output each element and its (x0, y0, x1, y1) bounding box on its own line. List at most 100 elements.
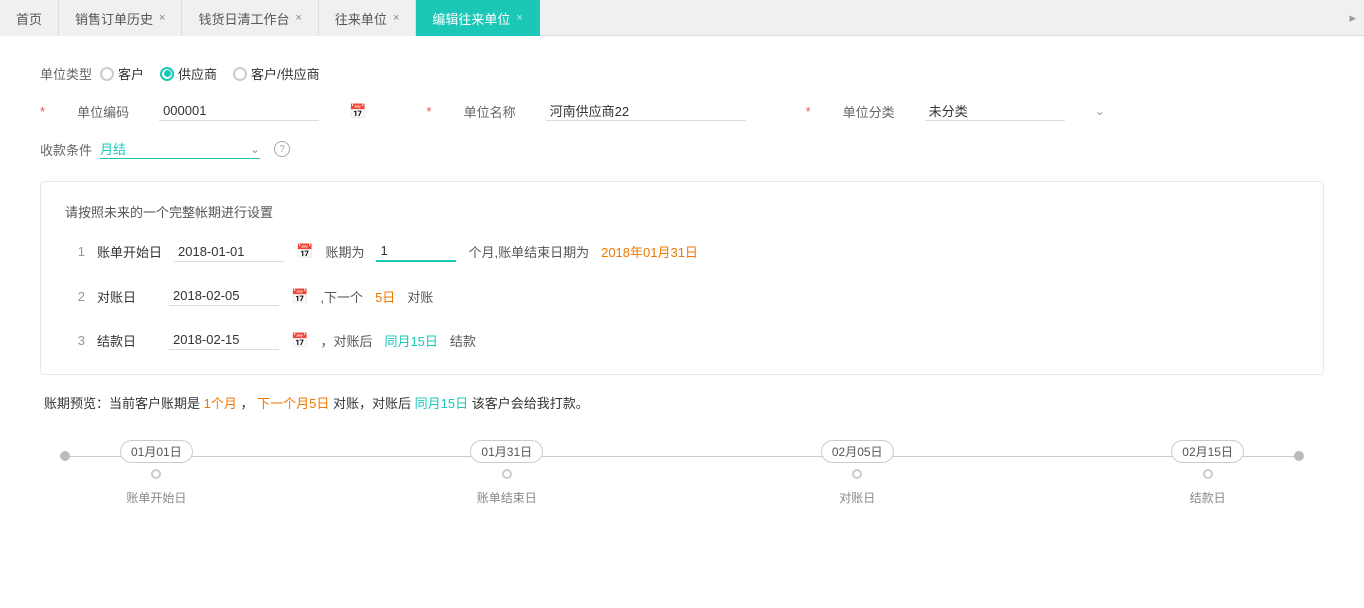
period-row-2: 2 对账日 📅 ,下一个 5日 对账 (65, 286, 1299, 306)
timeline-desc-2: 账单结束日 (477, 489, 537, 506)
timeline-items: 01月01日 账单开始日 01月31日 账单结束日 02月05日 对账日 02月… (60, 440, 1304, 506)
preview-text4: 该客户会给我打款。 (472, 396, 589, 411)
timeline-dot-4 (1203, 469, 1213, 479)
period-payment-date-input[interactable] (169, 330, 279, 350)
payment-row: 收款条件 月结 ⌄ ? (40, 139, 1324, 159)
payment-label: 收款条件 (40, 140, 92, 159)
tab-sales-order-close[interactable]: × (159, 12, 165, 24)
tab-home[interactable]: 首页 (0, 0, 59, 36)
period-num-2: 2 (65, 289, 85, 304)
unit-type-row: 单位类型 客户 供应商 客户/供应商 (40, 64, 1324, 83)
radio-supplier-label: 供应商 (178, 64, 217, 83)
unit-code-label: 单位编码 (77, 102, 129, 121)
tab-sales-order-label: 销售订单历史 (75, 9, 153, 28)
radio-customer-circle (100, 67, 114, 81)
period-reconcile-calendar-icon[interactable]: 📅 (291, 288, 308, 305)
period-field-label-2: 对账日 (97, 287, 157, 306)
period-payment-suffix: 结款 (450, 331, 476, 350)
timeline-dot-1 (151, 469, 161, 479)
period-text-1: 个月,账单结束日期为 (468, 242, 589, 261)
timeline-dot-2 (502, 469, 512, 479)
period-card: 请按照未来的一个完整帐期进行设置 1 账单开始日 📅 账期为 个月,账单结束日期… (40, 181, 1324, 375)
tab-edit-partner-label: 编辑往来单位 (432, 9, 510, 28)
unit-name-input[interactable] (546, 101, 746, 121)
preview-part2: 下一个月5日 (257, 396, 329, 411)
period-reconcile-date-input[interactable] (169, 286, 279, 306)
tab-partner-unit-label: 往来单位 (335, 9, 387, 28)
radio-customer[interactable]: 客户 (100, 64, 144, 83)
timeline-point-3: 02月05日 对账日 (821, 440, 894, 506)
tab-bar: 首页 销售订单历史 × 钱货日清工作台 × 往来单位 × 编辑往来单位 × ▸ (0, 0, 1364, 36)
timeline: 01月01日 账单开始日 01月31日 账单结束日 02月05日 对账日 02月… (40, 440, 1324, 506)
period-payment-day: 同月15日 (384, 331, 437, 350)
tab-edit-partner[interactable]: 编辑往来单位 × (416, 0, 539, 36)
tab-home-label: 首页 (16, 9, 42, 28)
timeline-desc-4: 结款日 (1190, 489, 1226, 506)
tab-edit-partner-close[interactable]: × (516, 12, 522, 24)
preview-text2: ， (241, 396, 254, 411)
tab-more-arrow[interactable]: ▸ (1341, 0, 1364, 35)
period-start-calendar-icon[interactable]: 📅 (296, 243, 313, 260)
period-payment-calendar-icon[interactable]: 📅 (291, 332, 308, 349)
tab-partner-unit[interactable]: 往来单位 × (319, 0, 416, 36)
preview-part3: 同月15日 (415, 396, 468, 411)
timeline-desc-1: 账单开始日 (126, 489, 186, 506)
unit-code-calendar-icon[interactable]: 📅 (349, 103, 366, 120)
period-row-1: 1 账单开始日 📅 账期为 个月,账单结束日期为 2018年01月31日 (65, 241, 1299, 262)
unit-category-label: 单位分类 (843, 102, 895, 121)
period-payment-prefix: ，对账后 (320, 331, 372, 350)
preview-section: 账期预览：当前客户账期是 1个月 ， 下一个月5日 对账，对账后 同月15日 该… (40, 393, 1324, 412)
timeline-dot-3 (852, 469, 862, 479)
tab-partner-unit-close[interactable]: × (393, 12, 399, 24)
unit-category-chevron-icon[interactable]: ⌄ (1095, 104, 1105, 118)
timeline-desc-3: 对账日 (839, 489, 875, 506)
timeline-end-endpoint (1294, 451, 1304, 461)
preview-text3: 对账，对账后 (333, 396, 411, 411)
period-suffix-label-1: 账期为 (325, 242, 364, 261)
main-content: 单位类型 客户 供应商 客户/供应商 * 单位编码 📅 * 单位名称 * 单位分… (0, 36, 1364, 608)
unit-code-star: * (40, 104, 45, 119)
unit-category-input[interactable] (925, 101, 1065, 121)
timeline-point-2: 01月31日 账单结束日 (470, 440, 543, 506)
period-start-date-input[interactable] (174, 242, 284, 262)
radio-supplier-circle (160, 67, 174, 81)
unit-type-radio-group: 客户 供应商 客户/供应商 (100, 64, 320, 83)
radio-both[interactable]: 客户/供应商 (233, 64, 320, 83)
unit-name-star: * (427, 104, 432, 119)
timeline-point-4: 02月15日 结款日 (1171, 440, 1244, 506)
tab-cash-work[interactable]: 钱货日清工作台 × (182, 0, 318, 36)
timeline-label-1: 01月01日 (120, 440, 193, 463)
timeline-label-4: 02月15日 (1171, 440, 1244, 463)
timeline-label-3: 02月05日 (821, 440, 894, 463)
period-end-date-highlight: 2018年01月31日 (601, 242, 698, 261)
period-reconcile-prefix: ,下一个 (320, 287, 363, 306)
unit-code-input[interactable] (159, 101, 319, 121)
help-icon[interactable]: ? (274, 141, 290, 157)
radio-supplier[interactable]: 供应商 (160, 64, 217, 83)
period-reconcile-day: 5日 (375, 287, 395, 306)
timeline-start-endpoint (60, 451, 70, 461)
tab-cash-work-close[interactable]: × (295, 12, 301, 24)
period-reconcile-suffix: 对账 (407, 287, 433, 306)
period-field-label-1: 账单开始日 (97, 242, 162, 261)
tab-cash-work-label: 钱货日清工作台 (198, 9, 289, 28)
unit-category-star: * (806, 104, 811, 119)
payment-chevron-icon[interactable]: ⌄ (250, 142, 260, 156)
tab-sales-order[interactable]: 销售订单历史 × (59, 0, 182, 36)
radio-both-circle (233, 67, 247, 81)
payment-value: 月结 (100, 139, 246, 158)
unit-info-row: * 单位编码 📅 * 单位名称 * 单位分类 ⌄ (40, 101, 1324, 121)
unit-type-label: 单位类型 (40, 64, 92, 83)
preview-label: 账期预览：当前客户账期是 (44, 396, 200, 411)
period-month-input[interactable] (376, 241, 456, 262)
unit-name-label: 单位名称 (464, 102, 516, 121)
period-row-3: 3 结款日 📅 ，对账后 同月15日 结款 (65, 330, 1299, 350)
timeline-label-2: 01月31日 (470, 440, 543, 463)
radio-both-label: 客户/供应商 (251, 64, 320, 83)
preview-part1: 1个月 (204, 396, 237, 411)
radio-customer-label: 客户 (118, 64, 144, 83)
timeline-point-1: 01月01日 账单开始日 (120, 440, 193, 506)
payment-select[interactable]: 月结 ⌄ (100, 139, 260, 159)
period-num-1: 1 (65, 244, 85, 259)
period-num-3: 3 (65, 333, 85, 348)
